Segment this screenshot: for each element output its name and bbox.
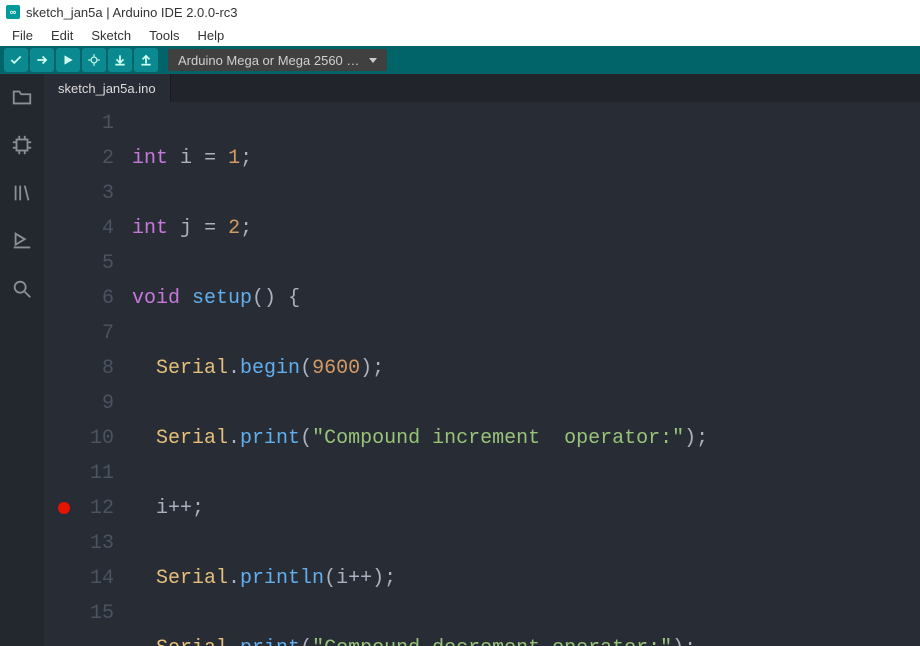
magnifier-icon bbox=[11, 278, 33, 300]
line-number: 4 bbox=[44, 211, 114, 246]
line-number: 5 bbox=[44, 246, 114, 281]
line-number: 1 bbox=[44, 106, 114, 141]
download-icon bbox=[113, 53, 127, 67]
line-number: 11 bbox=[44, 456, 114, 491]
upload-icon bbox=[139, 53, 153, 67]
line-number: 6 bbox=[44, 281, 114, 316]
boards-icon[interactable] bbox=[9, 132, 35, 158]
toolbar: Arduino Mega or Mega 2560 … bbox=[0, 46, 920, 74]
menu-tools[interactable]: Tools bbox=[141, 26, 187, 45]
debug-start-button[interactable] bbox=[56, 48, 80, 72]
download-button[interactable] bbox=[108, 48, 132, 72]
line-number: 12 bbox=[44, 491, 114, 526]
board-selector[interactable]: Arduino Mega or Mega 2560 … bbox=[168, 49, 387, 71]
line-number: 7 bbox=[44, 316, 114, 351]
menu-help[interactable]: Help bbox=[189, 26, 232, 45]
chip-icon bbox=[11, 134, 33, 156]
board-selector-label: Arduino Mega or Mega 2560 … bbox=[178, 53, 359, 68]
gutter[interactable]: 1 2 3 4 5 6 7 8 9 10 11 12 13 14 15 bbox=[44, 102, 132, 646]
menu-edit[interactable]: Edit bbox=[43, 26, 81, 45]
menu-file[interactable]: File bbox=[4, 26, 41, 45]
line-number: 2 bbox=[44, 141, 114, 176]
tab-label: sketch_jan5a.ino bbox=[58, 81, 156, 96]
app-icon: ∞ bbox=[6, 5, 20, 19]
line-number: 9 bbox=[44, 386, 114, 421]
library-icon[interactable] bbox=[9, 180, 35, 206]
play-icon bbox=[61, 53, 75, 67]
menu-bar: File Edit Sketch Tools Help bbox=[0, 24, 920, 46]
menu-sketch[interactable]: Sketch bbox=[83, 26, 139, 45]
line-number: 15 bbox=[44, 596, 114, 631]
work-area: sketch_jan5a.ino 1 2 3 4 5 6 7 8 9 10 11… bbox=[0, 74, 920, 646]
verify-button[interactable] bbox=[4, 48, 28, 72]
debug-icon[interactable] bbox=[9, 228, 35, 254]
play-bug-icon bbox=[11, 230, 33, 252]
bug-icon bbox=[87, 53, 101, 67]
editor: sketch_jan5a.ino 1 2 3 4 5 6 7 8 9 10 11… bbox=[44, 74, 920, 646]
check-icon bbox=[9, 53, 23, 67]
tab-sketch[interactable]: sketch_jan5a.ino bbox=[44, 74, 171, 102]
line-number: 3 bbox=[44, 176, 114, 211]
search-icon[interactable] bbox=[9, 276, 35, 302]
window-title: sketch_jan5a | Arduino IDE 2.0.0-rc3 bbox=[26, 5, 238, 20]
line-number: 10 bbox=[44, 421, 114, 456]
folder-icon bbox=[11, 86, 33, 108]
code-content[interactable]: int i = 1; int j = 2; void setup() { Ser… bbox=[132, 102, 920, 646]
tab-bar: sketch_jan5a.ino bbox=[44, 74, 920, 102]
upload-button[interactable] bbox=[30, 48, 54, 72]
code-area[interactable]: 1 2 3 4 5 6 7 8 9 10 11 12 13 14 15 int … bbox=[44, 102, 920, 646]
line-number: 14 bbox=[44, 561, 114, 596]
activity-bar bbox=[0, 74, 44, 646]
books-icon bbox=[11, 182, 33, 204]
open-button[interactable] bbox=[134, 48, 158, 72]
debug-button[interactable] bbox=[82, 48, 106, 72]
window-titlebar: ∞ sketch_jan5a | Arduino IDE 2.0.0-rc3 bbox=[0, 0, 920, 24]
explorer-icon[interactable] bbox=[9, 84, 35, 110]
arrow-right-icon bbox=[35, 53, 49, 67]
line-number: 8 bbox=[44, 351, 114, 386]
line-number: 13 bbox=[44, 526, 114, 561]
breakpoint-marker[interactable] bbox=[58, 502, 70, 514]
